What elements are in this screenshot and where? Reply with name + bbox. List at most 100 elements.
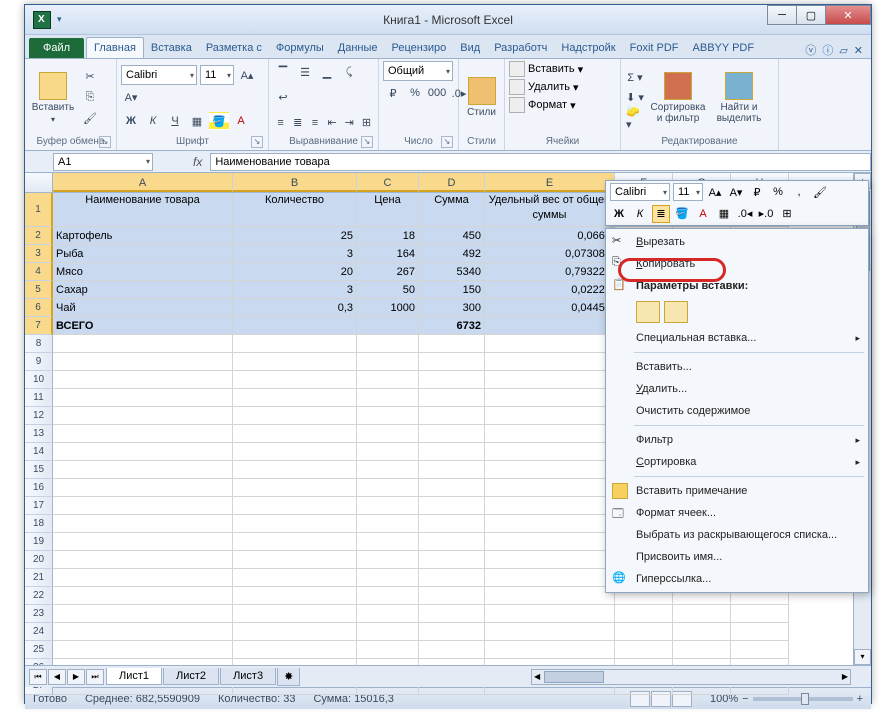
ctx-clear[interactable]: Очистить содержимое (606, 400, 868, 422)
ctx-format-cells[interactable]: 🗔Формат ячеек... (606, 502, 868, 524)
clear-icon[interactable]: 🧽 ▾ (625, 109, 645, 127)
cell[interactable] (53, 641, 233, 659)
cell[interactable]: 267 (357, 263, 419, 281)
cell[interactable] (485, 317, 615, 335)
cell[interactable] (419, 533, 485, 551)
tab-home[interactable]: Главная (86, 37, 144, 58)
horizontal-scrollbar[interactable]: ◀▶ (531, 669, 851, 685)
cell[interactable] (53, 335, 233, 353)
cell[interactable] (53, 425, 233, 443)
cell[interactable] (673, 605, 731, 623)
cell[interactable] (419, 569, 485, 587)
cell[interactable] (419, 407, 485, 425)
cell[interactable] (419, 389, 485, 407)
row-header[interactable]: 6 (25, 299, 53, 317)
row-header[interactable]: 24 (25, 623, 53, 641)
cell[interactable] (53, 623, 233, 641)
cells-delete-button[interactable]: Удалить ▾ (509, 79, 579, 95)
cut-icon[interactable]: ✂ (80, 68, 100, 86)
mt-currency-icon[interactable]: ₽ (748, 183, 766, 201)
cell[interactable]: 0,793226 (485, 263, 615, 281)
mt-center-icon[interactable]: ≣ (652, 205, 670, 223)
first-sheet-icon[interactable]: ⏮ (29, 669, 47, 685)
cell[interactable] (485, 533, 615, 551)
tab-developer[interactable]: Разработч (487, 38, 554, 58)
cell[interactable] (357, 353, 419, 371)
cell[interactable] (419, 461, 485, 479)
zoom-slider[interactable] (753, 697, 853, 701)
cell[interactable] (419, 479, 485, 497)
orientation-icon[interactable]: ⤹ (339, 64, 359, 82)
sheet-tab-2[interactable]: Лист2 (163, 668, 219, 685)
cell[interactable]: Картофель (53, 227, 233, 245)
cell[interactable] (233, 623, 357, 641)
cell[interactable] (233, 587, 357, 605)
font-name-combo[interactable]: Calibri (121, 65, 197, 85)
cell[interactable] (485, 551, 615, 569)
cell[interactable] (53, 587, 233, 605)
cell[interactable]: 1000 (357, 299, 419, 317)
cell[interactable] (419, 551, 485, 569)
col-header-b[interactable]: B (233, 173, 357, 192)
row-header[interactable]: 8 (25, 335, 53, 353)
cell[interactable]: 20 (233, 263, 357, 281)
cell[interactable] (357, 479, 419, 497)
qat-dropdown-icon[interactable]: ▾ (57, 14, 62, 25)
mt-bold-icon[interactable]: Ж (610, 205, 628, 223)
row-header[interactable]: 10 (25, 371, 53, 389)
sheet-tab-3[interactable]: Лист3 (220, 668, 276, 685)
ctx-hyperlink[interactable]: 🌐Гиперссылка... (606, 568, 868, 590)
cell[interactable] (233, 335, 357, 353)
cell[interactable] (53, 479, 233, 497)
mdi-close-icon[interactable]: ✕ (854, 44, 863, 57)
col-header-c[interactable]: C (357, 173, 419, 192)
cell[interactable] (673, 623, 731, 641)
cell[interactable] (485, 425, 615, 443)
cell[interactable]: 150 (419, 281, 485, 299)
cell[interactable] (357, 605, 419, 623)
cell[interactable] (233, 551, 357, 569)
cell[interactable] (615, 623, 673, 641)
underline-button[interactable]: Ч (165, 112, 185, 130)
align-right-icon[interactable]: ≡ (307, 114, 322, 132)
cell[interactable]: 0,3 (233, 299, 357, 317)
align-left-icon[interactable]: ≡ (273, 114, 288, 132)
mt-grow-font-icon[interactable]: A▴ (706, 183, 724, 201)
file-tab[interactable]: Файл (29, 38, 84, 58)
row-header[interactable]: 23 (25, 605, 53, 623)
find-select-button[interactable]: Найти и выделить (711, 65, 767, 131)
cell[interactable] (485, 407, 615, 425)
mt-font-color-icon[interactable]: A (694, 205, 712, 223)
cell[interactable] (53, 605, 233, 623)
cell[interactable] (233, 515, 357, 533)
cells-format-button[interactable]: Формат ▾ (509, 97, 576, 113)
cell[interactable]: 450 (419, 227, 485, 245)
select-all-corner[interactable] (25, 173, 53, 192)
name-box[interactable]: A1 (53, 153, 153, 171)
alignment-launcher[interactable]: ↘ (361, 136, 373, 148)
row-header[interactable]: 4 (25, 263, 53, 281)
cell[interactable] (357, 371, 419, 389)
cell[interactable] (357, 497, 419, 515)
cell[interactable] (53, 371, 233, 389)
merge-icon[interactable]: ⊞ (359, 114, 374, 132)
cell[interactable] (357, 533, 419, 551)
cell[interactable] (419, 605, 485, 623)
cell[interactable] (357, 335, 419, 353)
maximize-button[interactable]: ▢ (796, 5, 826, 25)
paste-option-2-icon[interactable] (664, 301, 688, 323)
header-cell[interactable]: Количество (233, 193, 357, 227)
cell[interactable] (485, 479, 615, 497)
mt-border-icon[interactable]: ▦ (715, 205, 733, 223)
col-header-d[interactable]: D (419, 173, 485, 192)
cell[interactable] (233, 353, 357, 371)
cell[interactable] (53, 533, 233, 551)
clipboard-launcher[interactable]: ↘ (99, 136, 111, 148)
row-header[interactable]: 9 (25, 353, 53, 371)
cell[interactable] (731, 623, 789, 641)
cell[interactable]: Рыба (53, 245, 233, 263)
cell[interactable] (485, 515, 615, 533)
comma-icon[interactable]: 000 (427, 84, 447, 102)
col-header-a[interactable]: A (53, 173, 233, 192)
mt-dec-decimal-icon[interactable]: .0◂ (736, 205, 754, 223)
